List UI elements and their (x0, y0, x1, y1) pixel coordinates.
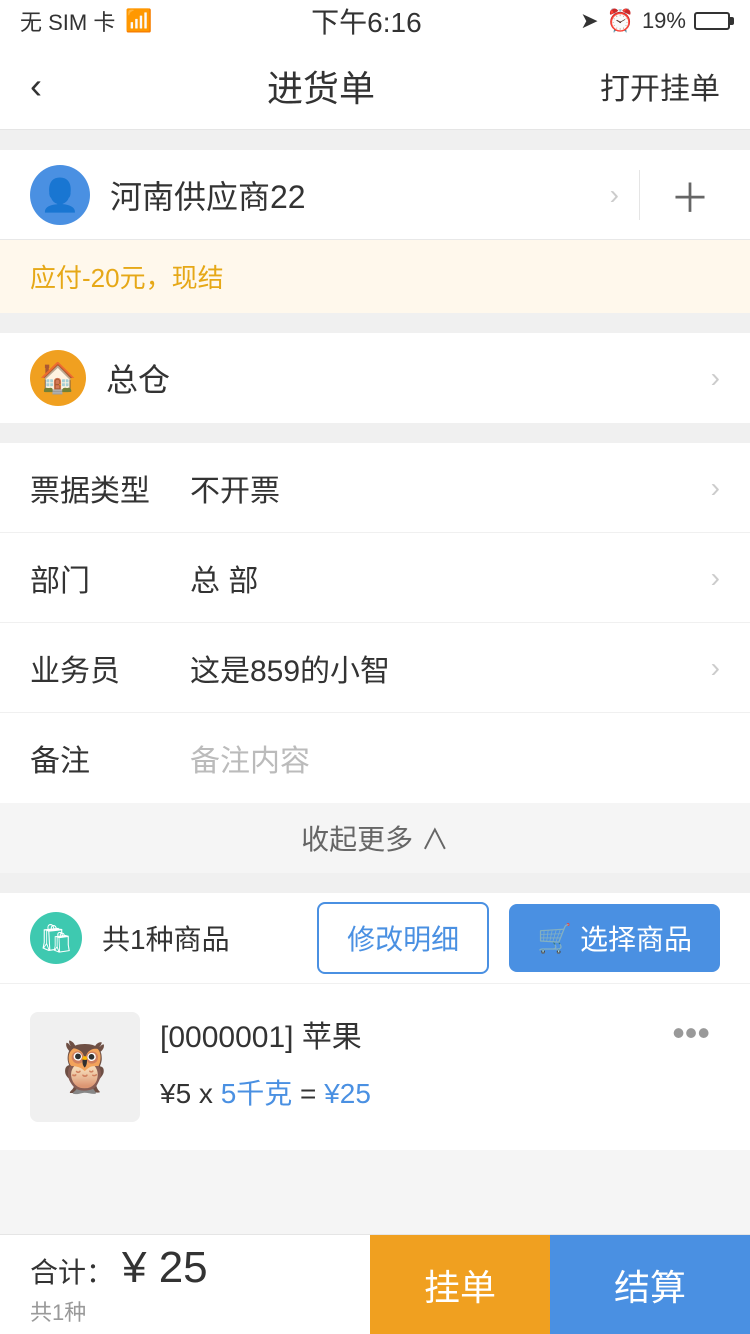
product-name: [0000001] 苹果 (160, 1012, 642, 1056)
remark-label: 备注 (30, 736, 190, 780)
invoice-type-value: 不开票 (190, 466, 711, 510)
salesman-chevron-icon: › (711, 652, 720, 684)
product-thumbnail: 🦉 (30, 1012, 140, 1122)
supplier-row[interactable]: 👤 河南供应商22 › ＋ (0, 150, 750, 240)
remark-input[interactable]: 备注内容 (190, 736, 720, 780)
person-icon: 👤 (40, 176, 80, 214)
invoice-chevron-icon: › (711, 472, 720, 504)
products-header: 🛍 共1种商品 修改明细 🛒 选择商品 (0, 893, 750, 983)
edit-detail-button[interactable]: 修改明细 (317, 902, 489, 974)
product-info: [0000001] 苹果 ¥5 x 5千克 = ¥25 (160, 1012, 642, 1112)
product-owl-icon: 🦉 (54, 1038, 116, 1097)
invoice-type-label: 票据类型 (30, 466, 190, 510)
time-label: 下午6:16 (311, 1, 422, 41)
battery-percent: 19% (642, 8, 686, 34)
status-left: 无 SIM 卡 📶 (20, 5, 153, 37)
equals-label: = (292, 1078, 324, 1109)
form-section: 票据类型 不开票 › 部门 总 部 › 业务员 这是859的小智 › 备注 备注… (0, 443, 750, 803)
product-count-label: 共1种商品 (102, 918, 297, 958)
price-label: ¥5 x (160, 1078, 221, 1109)
product-qty: 5千克 (221, 1078, 293, 1109)
cart-icon: 🛒 (537, 922, 572, 955)
warehouse-name: 总仓 (106, 355, 711, 401)
status-bar: 无 SIM 卡 📶 下午6:16 ➤ ⏰ 19% (0, 0, 750, 42)
collapse-label: 收起更多 ∧ (301, 818, 449, 858)
section-divider-3 (0, 423, 750, 443)
status-right: ➤ ⏰ 19% (580, 8, 730, 34)
warehouse-chevron-icon: › (711, 362, 720, 394)
carrier-label: 无 SIM 卡 (20, 5, 115, 37)
select-product-label: 选择商品 (580, 918, 692, 958)
department-value: 总 部 (190, 556, 711, 600)
location-icon: ➤ (580, 8, 598, 34)
product-total: ¥25 (324, 1078, 371, 1109)
salesman-value: 这是859的小智 (190, 646, 711, 690)
section-divider-4 (0, 873, 750, 893)
salesman-label: 业务员 (30, 646, 190, 690)
salesman-row[interactable]: 业务员 这是859的小智 › (0, 623, 750, 713)
department-row[interactable]: 部门 总 部 › (0, 533, 750, 623)
total-sub: 共1种 (30, 1295, 340, 1327)
hang-button[interactable]: 挂单 (370, 1235, 550, 1334)
total-label: 合计： (30, 1251, 114, 1291)
footer-bar: 合计： ¥ 25 共1种 挂单 结算 (0, 1234, 750, 1334)
notice-text: 应付-20元，现结 (30, 263, 224, 293)
collapse-row[interactable]: 收起更多 ∧ (0, 803, 750, 873)
notice-bar: 应付-20元，现结 (0, 240, 750, 313)
wifi-icon: 📶 (125, 8, 152, 34)
supplier-avatar: 👤 (30, 165, 90, 225)
remark-row[interactable]: 备注 备注内容 (0, 713, 750, 803)
warehouse-row[interactable]: 🏠 总仓 › (0, 333, 750, 423)
shopping-icon: 🛍 (38, 922, 74, 955)
page-title: 进货单 (267, 60, 375, 112)
warehouse-icon: 🏠 (30, 350, 86, 406)
alarm-icon: ⏰ (607, 8, 634, 34)
product-count-icon: 🛍 (30, 912, 82, 964)
product-code: [0000001] (160, 1021, 293, 1054)
back-button[interactable]: ‹ (30, 65, 42, 107)
more-options-button[interactable]: ••• (662, 1012, 720, 1054)
product-price: ¥5 x 5千克 = ¥25 (160, 1072, 642, 1112)
home-icon: 🏠 (39, 361, 76, 396)
section-divider-1 (0, 130, 750, 150)
department-chevron-icon: › (711, 562, 720, 594)
total-amount: ¥ 25 (122, 1243, 208, 1293)
supplier-divider (639, 170, 640, 220)
open-hang-button[interactable]: 打开挂单 (600, 64, 720, 108)
add-button[interactable]: ＋ (660, 166, 720, 224)
footer-total: 合计： ¥ 25 共1种 (0, 1243, 370, 1327)
product-item: 🦉 [0000001] 苹果 ¥5 x 5千克 = ¥25 ••• (0, 983, 750, 1150)
supplier-chevron-icon: › (610, 179, 619, 211)
product-title: 苹果 (302, 1021, 362, 1054)
select-product-button[interactable]: 🛒 选择商品 (509, 904, 720, 972)
department-label: 部门 (30, 556, 190, 600)
invoice-type-row[interactable]: 票据类型 不开票 › (0, 443, 750, 533)
settle-button[interactable]: 结算 (550, 1235, 750, 1334)
nav-bar: ‹ 进货单 打开挂单 (0, 42, 750, 130)
supplier-name: 河南供应商22 (110, 172, 610, 218)
battery-icon (694, 12, 730, 30)
section-divider-2 (0, 313, 750, 333)
